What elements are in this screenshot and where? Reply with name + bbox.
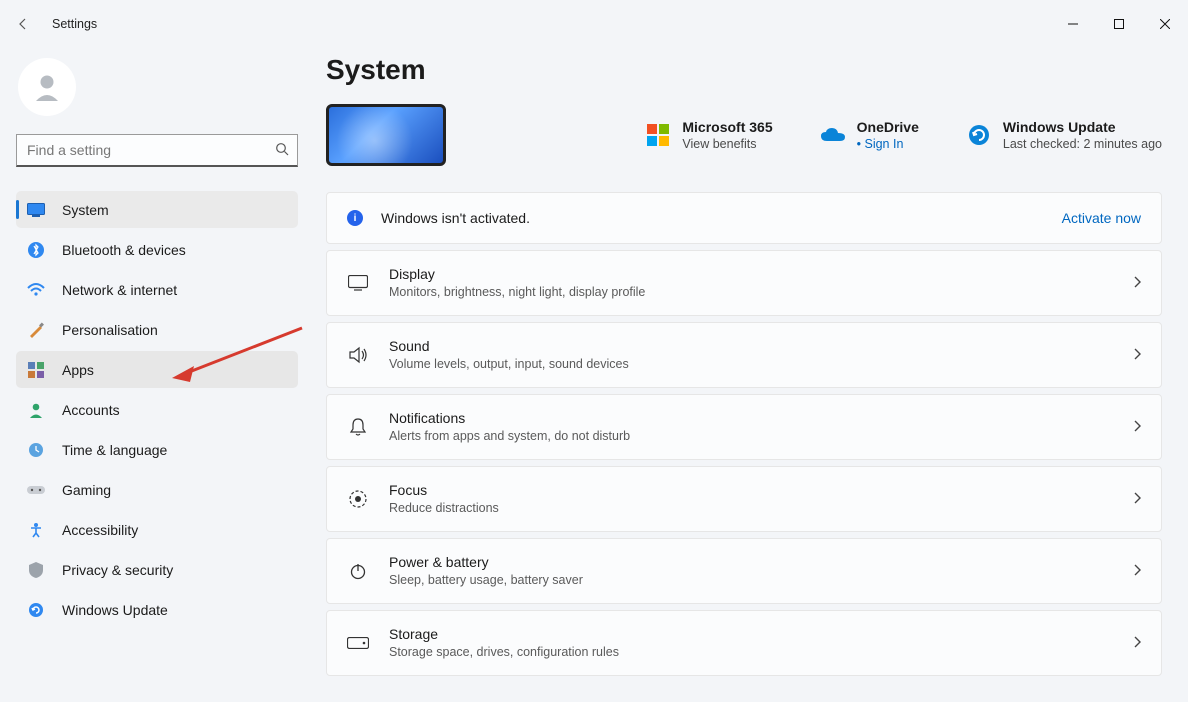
settings-row-power[interactable]: Power & battery Sleep, battery usage, ba… <box>326 538 1162 604</box>
onedrive-icon <box>821 123 845 147</box>
row-title: Sound <box>389 337 629 356</box>
back-button[interactable] <box>14 15 32 33</box>
shield-icon <box>26 560 46 580</box>
sidebar-item-label: Gaming <box>62 482 111 498</box>
search-box[interactable] <box>16 134 298 167</box>
titlebar: Settings <box>0 0 1188 48</box>
sidebar-item-system[interactable]: System <box>16 191 298 228</box>
activate-now-link[interactable]: Activate now <box>1062 210 1141 226</box>
sidebar-item-accounts[interactable]: Accounts <box>16 391 298 428</box>
maximize-button[interactable] <box>1096 8 1142 40</box>
activation-banner: i Windows isn't activated. Activate now <box>326 192 1162 244</box>
monitor-icon <box>26 200 46 220</box>
page-title: System <box>326 54 1162 86</box>
bell-icon <box>347 416 369 438</box>
hero-section: Microsoft 365 View benefits OneDrive • S… <box>326 104 1162 166</box>
app-title: Settings <box>52 17 97 31</box>
sidebar-item-label: Apps <box>62 362 94 378</box>
sidebar: System Bluetooth & devices Network & int… <box>0 48 310 702</box>
sidebar-item-label: Personalisation <box>62 322 158 338</box>
activation-message: Windows isn't activated. <box>381 210 530 226</box>
settings-row-storage[interactable]: Storage Storage space, drives, configura… <box>326 610 1162 676</box>
sidebar-item-apps[interactable]: Apps <box>16 351 298 388</box>
main-content: System Microsoft 365 View benefits <box>310 48 1188 702</box>
sidebar-item-label: Accounts <box>62 402 120 418</box>
window-controls <box>1050 8 1188 40</box>
row-subtitle: Sleep, battery usage, battery saver <box>389 572 583 589</box>
display-icon <box>347 272 369 294</box>
minimize-button[interactable] <box>1050 8 1096 40</box>
hero-link-sub: View benefits <box>682 136 772 152</box>
chevron-right-icon <box>1133 419 1141 435</box>
settings-row-focus[interactable]: Focus Reduce distractions <box>326 466 1162 532</box>
chevron-right-icon <box>1133 275 1141 291</box>
row-subtitle: Volume levels, output, input, sound devi… <box>389 356 629 373</box>
hero-link-title: Windows Update <box>1003 118 1162 136</box>
sidebar-item-accessibility[interactable]: Accessibility <box>16 511 298 548</box>
settings-row-display[interactable]: Display Monitors, brightness, night ligh… <box>326 250 1162 316</box>
chevron-right-icon <box>1133 491 1141 507</box>
sidebar-item-label: Time & language <box>62 442 167 458</box>
update-icon <box>967 123 991 147</box>
row-title: Focus <box>389 481 499 500</box>
chevron-right-icon <box>1133 635 1141 651</box>
hero-link-title: Microsoft 365 <box>682 118 772 136</box>
hero-link-title: OneDrive <box>857 118 919 136</box>
storage-icon <box>347 632 369 654</box>
sidebar-item-label: Accessibility <box>62 522 138 538</box>
user-icon <box>31 71 63 103</box>
row-title: Power & battery <box>389 553 583 572</box>
row-title: Notifications <box>389 409 630 428</box>
clock-icon <box>26 440 46 460</box>
desktop-thumbnail[interactable] <box>326 104 446 166</box>
sidebar-item-label: Privacy & security <box>62 562 173 578</box>
gamepad-icon <box>26 480 46 500</box>
focus-icon <box>347 488 369 510</box>
settings-row-notifications[interactable]: Notifications Alerts from apps and syste… <box>326 394 1162 460</box>
sidebar-item-personalisation[interactable]: Personalisation <box>16 311 298 348</box>
apps-icon <box>26 360 46 380</box>
close-button[interactable] <box>1142 8 1188 40</box>
row-subtitle: Storage space, drives, configuration rul… <box>389 644 619 661</box>
hero-link-sub: Last checked: 2 minutes ago <box>1003 136 1162 152</box>
person-icon <box>26 400 46 420</box>
ms365-icon <box>646 123 670 147</box>
sidebar-item-network[interactable]: Network & internet <box>16 271 298 308</box>
sidebar-item-time[interactable]: Time & language <box>16 431 298 468</box>
row-subtitle: Alerts from apps and system, do not dist… <box>389 428 630 445</box>
hero-link-ms365[interactable]: Microsoft 365 View benefits <box>646 118 772 152</box>
wifi-icon <box>26 280 46 300</box>
settings-row-sound[interactable]: Sound Volume levels, output, input, soun… <box>326 322 1162 388</box>
power-icon <box>347 560 369 582</box>
hero-link-onedrive[interactable]: OneDrive • Sign In <box>821 118 919 152</box>
chevron-right-icon <box>1133 347 1141 363</box>
nav-list: System Bluetooth & devices Network & int… <box>16 191 298 628</box>
sound-icon <box>347 344 369 366</box>
row-title: Display <box>389 265 645 284</box>
hero-link-update[interactable]: Windows Update Last checked: 2 minutes a… <box>967 118 1162 152</box>
search-icon <box>275 142 289 159</box>
chevron-right-icon <box>1133 563 1141 579</box>
sidebar-item-gaming[interactable]: Gaming <box>16 471 298 508</box>
row-subtitle: Monitors, brightness, night light, displ… <box>389 284 645 301</box>
sidebar-item-bluetooth[interactable]: Bluetooth & devices <box>16 231 298 268</box>
sidebar-item-label: Windows Update <box>62 602 168 618</box>
brush-icon <box>26 320 46 340</box>
sidebar-item-label: Bluetooth & devices <box>62 242 186 258</box>
row-subtitle: Reduce distractions <box>389 500 499 517</box>
sidebar-item-privacy[interactable]: Privacy & security <box>16 551 298 588</box>
info-icon: i <box>347 210 363 226</box>
bluetooth-icon <box>26 240 46 260</box>
avatar[interactable] <box>18 58 76 116</box>
search-input[interactable] <box>27 142 275 158</box>
row-title: Storage <box>389 625 619 644</box>
update-icon <box>26 600 46 620</box>
accessibility-icon <box>26 520 46 540</box>
sidebar-item-label: Network & internet <box>62 282 177 298</box>
hero-link-sub: • Sign In <box>857 136 919 152</box>
sidebar-item-label: System <box>62 202 109 218</box>
sidebar-item-update[interactable]: Windows Update <box>16 591 298 628</box>
